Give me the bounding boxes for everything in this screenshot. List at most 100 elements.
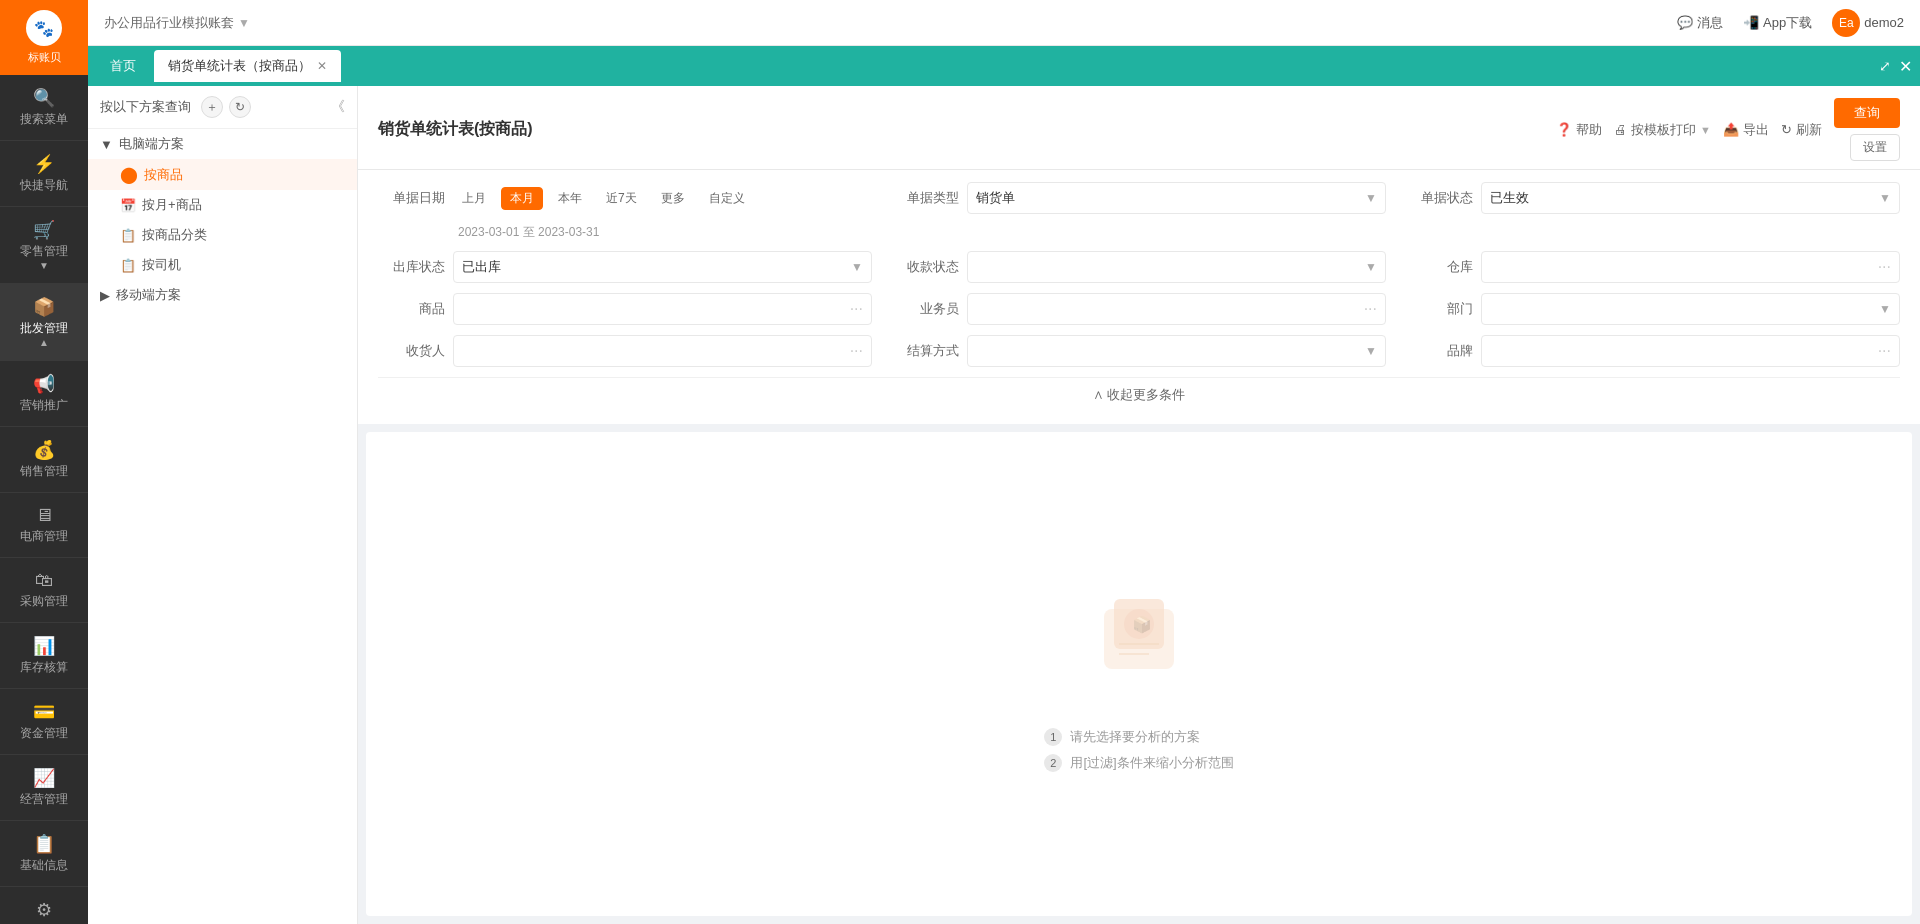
bill-status-field[interactable]: 已生效 ▼ <box>1481 182 1900 214</box>
payment-status-dropdown-icon[interactable]: ▼ <box>1365 260 1377 274</box>
user-menu[interactable]: Ea demo2 <box>1832 9 1904 37</box>
payment-method-dropdown-icon[interactable]: ▼ <box>1365 344 1377 358</box>
empty-step-2: 2 用[过滤]条件来缩小分析范围 <box>1044 754 1233 772</box>
tree-desktop-label: 电脑端方案 <box>119 135 184 153</box>
help-button[interactable]: ❓ 帮助 <box>1556 121 1602 139</box>
department-field[interactable]: ▼ <box>1481 293 1900 325</box>
bill-type-dropdown-icon[interactable]: ▼ <box>1365 191 1377 205</box>
sidebar-item-marketing[interactable]: 📢 营销推广 <box>0 361 88 427</box>
refresh-scheme-button[interactable]: ↻ <box>229 96 251 118</box>
salesperson-field[interactable]: ··· <box>967 293 1386 325</box>
tree-by-product[interactable]: ⬤ 按商品 <box>88 159 357 190</box>
bill-type-field[interactable]: 销货单 ▼ <box>967 182 1386 214</box>
settings-button[interactable]: 设置 <box>1850 134 1900 161</box>
query-button[interactable]: 查询 <box>1834 98 1900 128</box>
date-range-value: 2023-03-01 至 2023-03-31 <box>458 224 599 241</box>
sidebar-item-operations[interactable]: 📈 经营管理 <box>0 755 88 821</box>
brand-field[interactable]: ··· <box>1481 335 1900 367</box>
tree-by-category[interactable]: 📋 按商品分类 <box>88 220 357 250</box>
sidebar-item-finance[interactable]: 💳 资金管理 <box>0 689 88 755</box>
tab-close-icon[interactable]: ✕ <box>317 59 327 73</box>
department-dropdown-icon[interactable]: ▼ <box>1879 302 1891 316</box>
sidebar-item-quick-nav[interactable]: ⚡ 快捷导航 <box>0 141 88 207</box>
sidebar-item-ecommerce[interactable]: 🖥 电商管理 <box>0 493 88 558</box>
sidebar-item-system[interactable]: ⚙ 系统管理 <box>0 887 88 924</box>
filter-brand: 品牌 ··· <box>1406 335 1900 367</box>
warehouse-status-dropdown-icon[interactable]: ▼ <box>851 260 863 274</box>
warehouse-field[interactable]: ··· <box>1481 251 1900 283</box>
tab-window-close-icon[interactable]: ✕ <box>1899 57 1912 76</box>
filter-payment-status: 收款状态 ▼ <box>892 251 1386 283</box>
date-btn-last-month[interactable]: 上月 <box>453 187 495 210</box>
sidebar-item-wholesale[interactable]: 📦 批发管理 ▲ <box>0 284 88 361</box>
sidebar-item-basic[interactable]: 📋 基础信息 <box>0 821 88 887</box>
message-button[interactable]: 💬 消息 <box>1677 14 1723 32</box>
sidebar-item-purchase[interactable]: 🛍 采购管理 <box>0 558 88 623</box>
page-inner: 按以下方案查询 ＋ ↻ 《 ▼ 电脑端方案 ⬤ 按商品 📅 <box>88 86 1920 924</box>
payment-method-field[interactable]: ▼ <box>967 335 1386 367</box>
refresh-button[interactable]: ↻ 刷新 <box>1781 121 1822 139</box>
tree-by-month-product[interactable]: 📅 按月+商品 <box>88 190 357 220</box>
right-content: 销货单统计表(按商品) ❓ 帮助 🖨 按模板打印 ▼ 📤 <box>358 86 1920 924</box>
top-header: 办公用品行业模拟账套 ▼ 💬 消息 📲 App下载 Ea demo2 <box>88 0 1920 46</box>
salesperson-more-icon[interactable]: ··· <box>1364 300 1377 318</box>
collapse-more-label: ∧ 收起更多条件 <box>1093 387 1186 402</box>
empty-steps: 1 请先选择要分析的方案 2 用[过滤]条件来缩小分析范围 <box>1044 728 1233 780</box>
brand-label: 品牌 <box>1406 342 1481 360</box>
bill-status-label: 单据状态 <box>1406 189 1481 207</box>
calendar-icon: 📅 <box>120 198 136 213</box>
header-right: 💬 消息 📲 App下载 Ea demo2 <box>1677 9 1904 37</box>
product-more-icon[interactable]: ··· <box>850 300 863 318</box>
page-title: 销货单统计表(按商品) <box>378 119 533 140</box>
sidebar-item-inventory[interactable]: 📊 库存核算 <box>0 623 88 689</box>
date-btn-custom[interactable]: 自定义 <box>700 187 754 210</box>
tab-maximize-icon[interactable]: ⤢ <box>1879 58 1891 74</box>
avatar: Ea <box>1832 9 1860 37</box>
tab-sales-stats[interactable]: 销货单统计表（按商品） ✕ <box>154 50 341 82</box>
inventory-icon: 📊 <box>33 635 55 657</box>
bill-status-value: 已生效 <box>1490 189 1529 207</box>
retail-icon: 🛒 <box>33 219 55 241</box>
recipient-field[interactable]: ··· <box>453 335 872 367</box>
date-filter-label: 单据日期 <box>378 189 453 207</box>
operations-icon: 📈 <box>33 767 55 789</box>
date-btn-more[interactable]: 更多 <box>652 187 694 210</box>
filter-row-2: 出库状态 已出库 ▼ 收款状态 ▼ <box>378 251 1900 283</box>
date-btn-7days[interactable]: 近7天 <box>597 187 646 210</box>
bill-type-label: 单据类型 <box>892 189 967 207</box>
tree-mobile-schemes[interactable]: ▶ 移动端方案 <box>88 280 357 310</box>
print-button[interactable]: 🖨 按模板打印 ▼ <box>1614 121 1711 139</box>
filter-payment-method: 结算方式 ▼ <box>892 335 1386 367</box>
sales-icon: 💰 <box>33 439 55 461</box>
suite-name: 办公用品行业模拟账套 <box>104 14 234 32</box>
add-scheme-button[interactable]: ＋ <box>201 96 223 118</box>
app-download-button[interactable]: 📲 App下载 <box>1743 14 1812 32</box>
sidebar-logo[interactable]: 🐾 标账贝 <box>0 0 88 75</box>
collapse-panel-button[interactable]: 《 <box>331 98 345 116</box>
bill-status-dropdown-icon[interactable]: ▼ <box>1879 191 1891 205</box>
product-field[interactable]: ··· <box>453 293 872 325</box>
left-panel-actions: ＋ ↻ <box>201 96 251 118</box>
collapse-more-button[interactable]: ∧ 收起更多条件 <box>378 377 1900 412</box>
warehouse-more-icon[interactable]: ··· <box>1878 258 1891 276</box>
payment-status-field[interactable]: ▼ <box>967 251 1386 283</box>
sidebar-item-retail[interactable]: 🛒 零售管理 ▼ <box>0 207 88 284</box>
tab-home[interactable]: 首页 <box>96 50 150 82</box>
warehouse-status-field[interactable]: 已出库 ▼ <box>453 251 872 283</box>
filter-recipient: 收货人 ··· <box>378 335 872 367</box>
date-btn-this-year[interactable]: 本年 <box>549 187 591 210</box>
recipient-more-icon[interactable]: ··· <box>850 342 863 360</box>
help-icon: ❓ <box>1556 122 1572 137</box>
date-btn-this-month[interactable]: 本月 <box>501 187 543 210</box>
suite-selector[interactable]: 办公用品行业模拟账套 ▼ <box>104 14 250 32</box>
warehouse-status-value: 已出库 <box>462 258 501 276</box>
tree-desktop-schemes[interactable]: ▼ 电脑端方案 <box>88 129 357 159</box>
tree-by-driver[interactable]: 📋 按司机 <box>88 250 357 280</box>
sidebar-item-sales[interactable]: 💰 销售管理 <box>0 427 88 493</box>
page-content: 按以下方案查询 ＋ ↻ 《 ▼ 电脑端方案 ⬤ 按商品 📅 <box>88 86 1920 924</box>
empty-state: 📦 1 请先选择要分析的方案 2 用[过滤]条件来缩小分析范围 <box>366 432 1912 916</box>
message-label: 消息 <box>1697 14 1723 32</box>
brand-more-icon[interactable]: ··· <box>1878 342 1891 360</box>
export-button[interactable]: 📤 导出 <box>1723 121 1769 139</box>
sidebar-item-search[interactable]: 🔍 搜索菜单 <box>0 75 88 141</box>
